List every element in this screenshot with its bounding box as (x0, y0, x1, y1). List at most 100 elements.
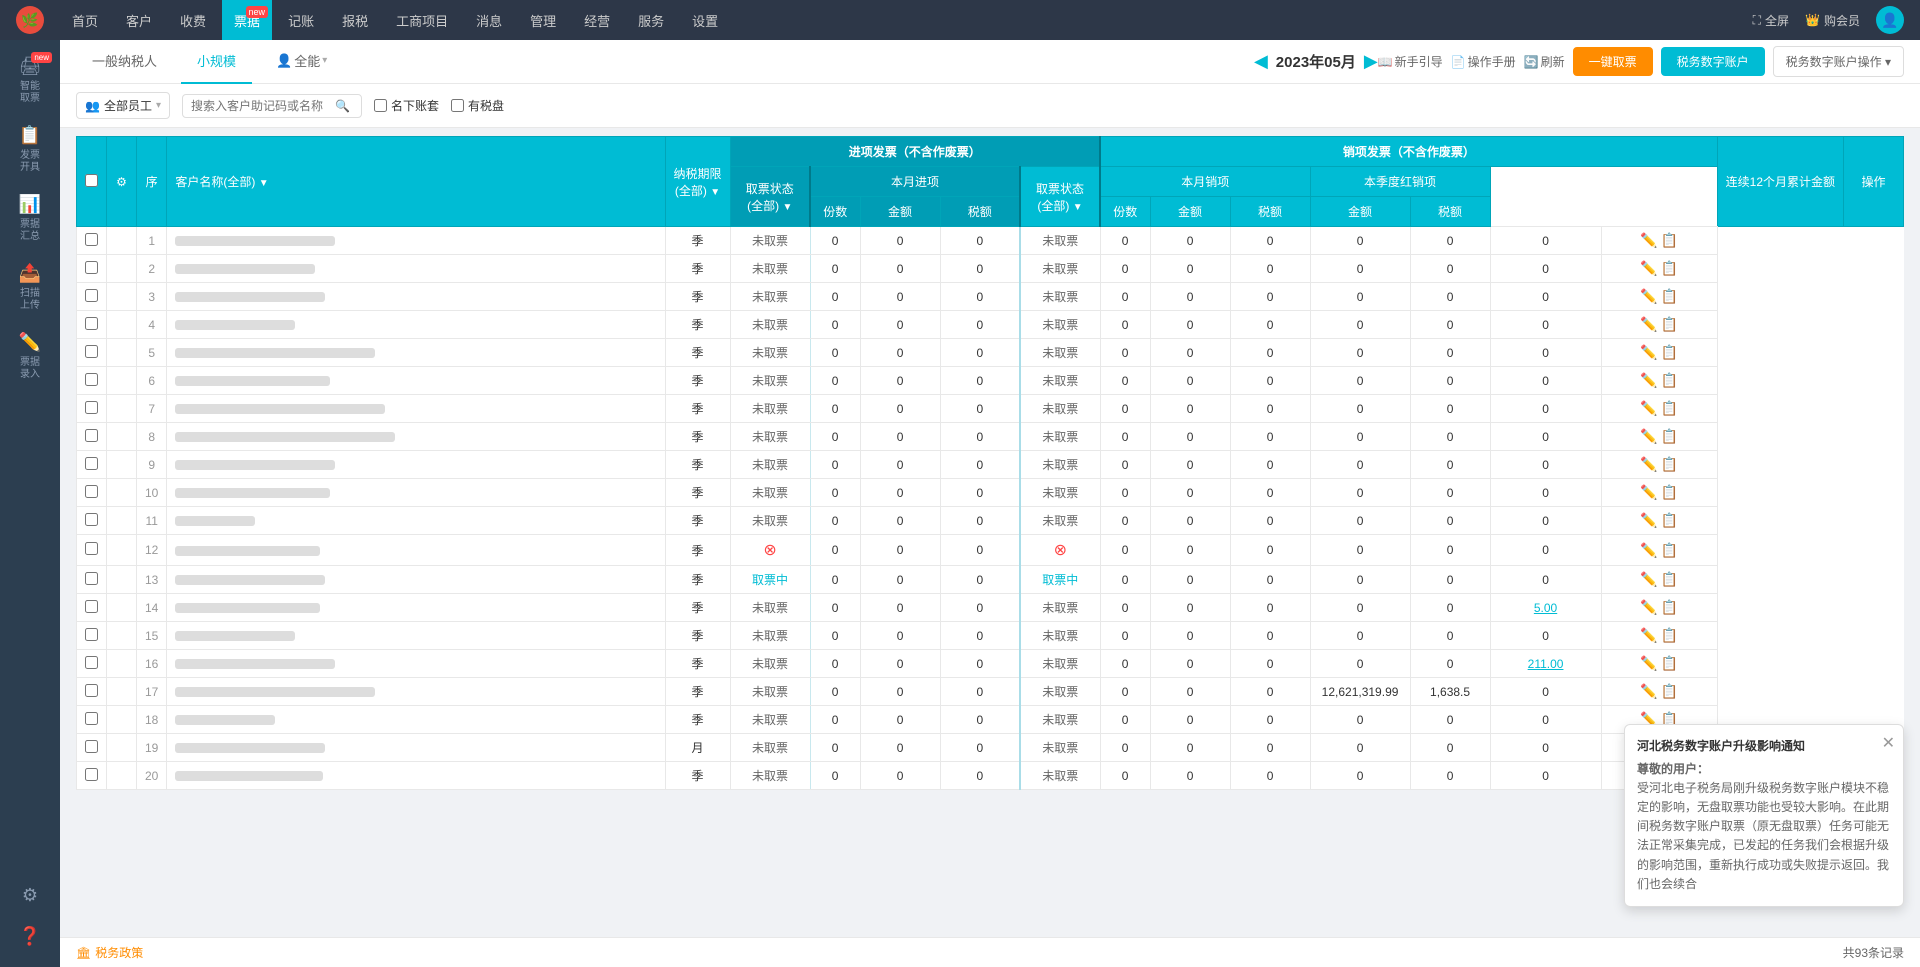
search-icon[interactable]: 🔍 (335, 99, 350, 113)
edit-button[interactable]: ✏️ (1640, 627, 1657, 643)
out-fetch-status-header[interactable]: 取票状态(全部) ▼ (1020, 167, 1100, 227)
copy-button[interactable]: 📋 (1661, 260, 1678, 276)
row-checkbox[interactable] (85, 656, 98, 669)
nav-invoice[interactable]: 票据 new (222, 0, 272, 40)
settings-header[interactable]: ⚙ (107, 137, 137, 227)
edit-button[interactable]: ✏️ (1640, 232, 1657, 248)
row-checkbox-cell[interactable] (77, 650, 107, 678)
row-checkbox-cell[interactable] (77, 255, 107, 283)
one-click-fetch-button[interactable]: 一键取票 (1573, 47, 1653, 76)
nav-home[interactable]: 首页 (60, 0, 110, 40)
edit-button[interactable]: ✏️ (1640, 571, 1657, 587)
sidebar-item-smart-ticket[interactable]: 🖨 智能取票 new (2, 48, 58, 113)
staff-filter[interactable]: 👥 全部员工 ▾ (76, 92, 170, 119)
copy-button[interactable]: 📋 (1661, 372, 1678, 388)
row-checkbox[interactable] (85, 684, 98, 697)
nav-tax[interactable]: 报税 (330, 0, 380, 40)
digital-account-ops-button[interactable]: 税务数字账户操作 ▾ (1773, 46, 1904, 77)
row-checkbox[interactable] (85, 457, 98, 470)
row-checkbox[interactable] (85, 485, 98, 498)
user-avatar[interactable]: 👤 (1876, 6, 1904, 34)
sidebar-item-ticket-entry[interactable]: ✏️ 票据录入 (2, 324, 58, 389)
row-checkbox[interactable] (85, 233, 98, 246)
nav-manage[interactable]: 管理 (518, 0, 568, 40)
sidebar-item-scan-upload[interactable]: 📤 扫描上传 (2, 255, 58, 320)
row-checkbox-cell[interactable] (77, 451, 107, 479)
nav-customer[interactable]: 客户 (114, 0, 164, 40)
row-checkbox[interactable] (85, 740, 98, 753)
edit-button[interactable]: ✏️ (1640, 260, 1657, 276)
copy-button[interactable]: 📋 (1661, 512, 1678, 528)
row-checkbox-cell[interactable] (77, 367, 107, 395)
row-checkbox[interactable] (85, 429, 98, 442)
copy-button[interactable]: 📋 (1661, 288, 1678, 304)
edit-button[interactable]: ✏️ (1640, 655, 1657, 671)
row-checkbox-cell[interactable] (77, 535, 107, 566)
edit-button[interactable]: ✏️ (1640, 400, 1657, 416)
row-checkbox[interactable] (85, 600, 98, 613)
row-checkbox[interactable] (85, 289, 98, 302)
account-checkbox-label[interactable]: 名下账套 (374, 97, 439, 114)
copy-button[interactable]: 📋 (1661, 316, 1678, 332)
copy-button[interactable]: 📋 (1661, 599, 1678, 615)
select-all-header[interactable] (77, 137, 107, 227)
copy-button[interactable]: 📋 (1661, 232, 1678, 248)
row-checkbox-cell[interactable] (77, 423, 107, 451)
edit-button[interactable]: ✏️ (1640, 344, 1657, 360)
row-checkbox-cell[interactable] (77, 734, 107, 762)
edit-button[interactable]: ✏️ (1640, 456, 1657, 472)
copy-button[interactable]: 📋 (1661, 655, 1678, 671)
sidebar-item-invoice-summary[interactable]: 📊 票据汇总 (2, 186, 58, 251)
tax-period-header[interactable]: 纳税期限(全部) ▼ (665, 137, 730, 227)
row-checkbox-cell[interactable] (77, 395, 107, 423)
nav-message[interactable]: 消息 (464, 0, 514, 40)
sidebar-item-invoice-open[interactable]: 📋 发票开具 (2, 117, 58, 182)
row-checkbox-cell[interactable] (77, 566, 107, 594)
edit-button[interactable]: ✏️ (1640, 599, 1657, 615)
copy-button[interactable]: 📋 (1661, 456, 1678, 472)
tax-policy-link[interactable]: 🏛 税务政策 (76, 944, 143, 961)
new-guide-button[interactable]: 📖 新手引导 (1378, 53, 1443, 70)
search-input[interactable] (191, 99, 331, 113)
edit-button[interactable]: ✏️ (1640, 316, 1657, 332)
tab-small-scale[interactable]: 小规模 (181, 40, 252, 84)
copy-button[interactable]: 📋 (1661, 542, 1678, 558)
row-checkbox[interactable] (85, 572, 98, 585)
edit-button[interactable]: ✏️ (1640, 288, 1657, 304)
row-checkbox[interactable] (85, 345, 98, 358)
nav-fee[interactable]: 收费 (168, 0, 218, 40)
date-prev-button[interactable]: ◀ (1254, 51, 1268, 72)
tax-disk-checkbox[interactable] (451, 99, 464, 112)
row-checkbox-cell[interactable] (77, 507, 107, 535)
date-next-button[interactable]: ▶ (1364, 51, 1378, 72)
copy-button[interactable]: 📋 (1661, 428, 1678, 444)
customer-name-header[interactable]: 客户名称(全部) ▼ (167, 137, 665, 227)
edit-button[interactable]: ✏️ (1640, 372, 1657, 388)
row-checkbox[interactable] (85, 542, 98, 555)
nav-bookkeeping[interactable]: 记账 (276, 0, 326, 40)
fullscreen-button[interactable]: ⛶ 全屏 (1753, 12, 1789, 29)
edit-button[interactable]: ✏️ (1640, 484, 1657, 500)
edit-button[interactable]: ✏️ (1640, 683, 1657, 699)
row-checkbox-cell[interactable] (77, 706, 107, 734)
refresh-button[interactable]: 🔄 刷新 (1524, 53, 1565, 70)
row-checkbox-cell[interactable] (77, 227, 107, 255)
nav-operation[interactable]: 经营 (572, 0, 622, 40)
row-checkbox[interactable] (85, 712, 98, 725)
row-checkbox-cell[interactable] (77, 622, 107, 650)
notification-close-button[interactable]: ✕ (1882, 733, 1895, 753)
member-button[interactable]: 👑 购会员 (1805, 12, 1860, 29)
edit-button[interactable]: ✏️ (1640, 542, 1657, 558)
copy-button[interactable]: 📋 (1661, 344, 1678, 360)
row-checkbox[interactable] (85, 513, 98, 526)
nav-biz[interactable]: 工商项目 (384, 0, 460, 40)
edit-button[interactable]: ✏️ (1640, 428, 1657, 444)
row-checkbox-cell[interactable] (77, 678, 107, 706)
edit-button[interactable]: ✏️ (1640, 512, 1657, 528)
sidebar-item-settings[interactable]: ⚙ (2, 877, 58, 914)
copy-button[interactable]: 📋 (1661, 627, 1678, 643)
row-checkbox[interactable] (85, 373, 98, 386)
nav-service[interactable]: 服务 (626, 0, 676, 40)
row-checkbox[interactable] (85, 261, 98, 274)
tab-all[interactable]: 👤 全能 ▾ (260, 40, 343, 84)
